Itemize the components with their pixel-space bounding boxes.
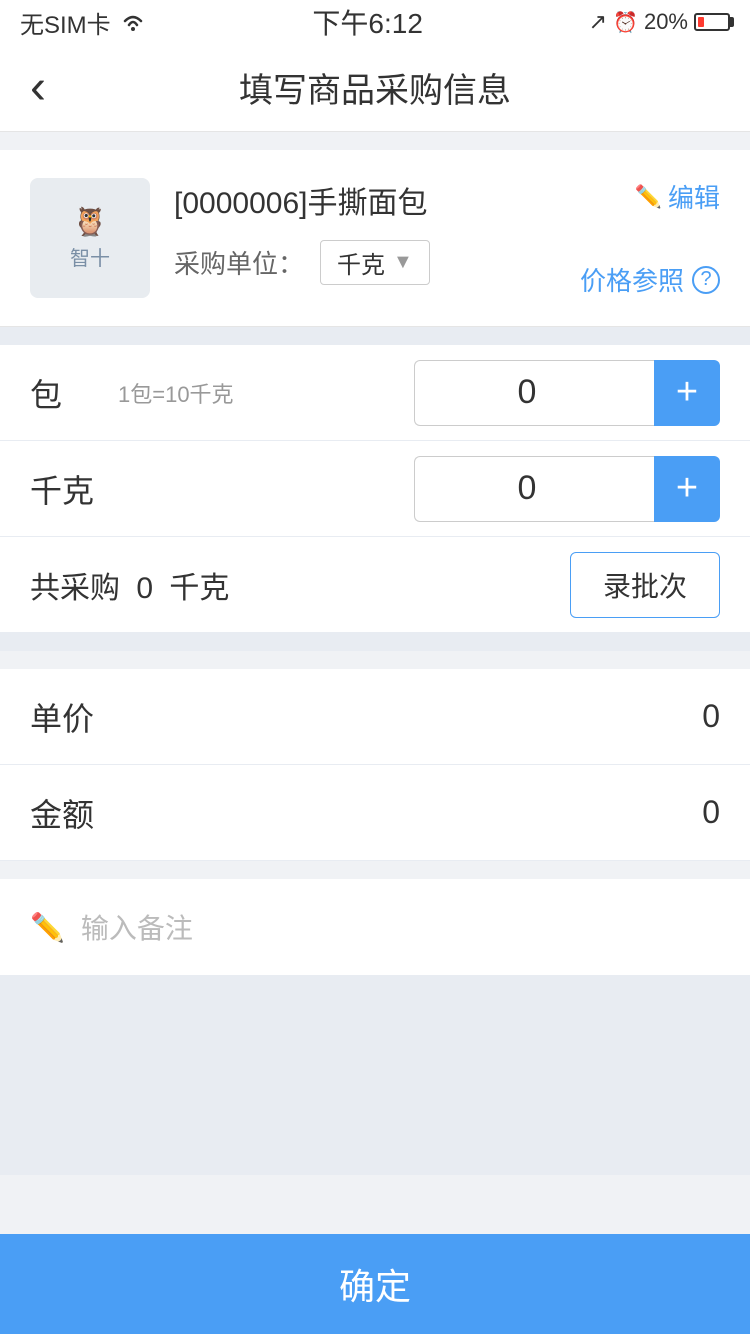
amount-value: 0 [702, 794, 720, 831]
alarm-icon: ⏰ [613, 10, 638, 35]
product-card: 🦉 智十 [0000006]手撕面包 采购单位： 千克 ▼ ✏️ 编辑 价格参照… [0, 150, 750, 327]
page-title: 填写商品采购信息 [239, 63, 511, 112]
battery-percent: 20% [644, 9, 688, 35]
confirm-button[interactable]: 确定 [0, 1234, 750, 1334]
batch-record-button[interactable]: 录批次 [570, 552, 720, 618]
unit-price-value: 0 [702, 698, 720, 735]
bottom-spacer [0, 975, 750, 1175]
unit-label: 采购单位： [174, 244, 304, 281]
kg-label: 千克 [30, 466, 110, 512]
edit-button[interactable]: ✏️ 编辑 [635, 178, 720, 215]
product-info: [0000006]手撕面包 采购单位： 千克 ▼ [174, 178, 556, 285]
notes-section[interactable]: ✏️ 输入备注 [0, 879, 750, 975]
product-right: ✏️ 编辑 价格参照 ? [580, 178, 720, 298]
unit-price-row: 单价 0 [0, 669, 750, 765]
price-section: 单价 0 金额 0 [0, 669, 750, 861]
bag-input-row: 包 1包=10千克 + [0, 345, 750, 441]
nav-bar: ‹ 填写商品采购信息 [0, 44, 750, 132]
amount-label: 金额 [30, 790, 94, 836]
bag-sublabel: 1包=10千克 [118, 377, 234, 409]
product-unit-row: 采购单位： 千克 ▼ [174, 240, 556, 285]
price-ref-help-icon: ? [692, 266, 720, 294]
kg-input-row: 千克 + [0, 441, 750, 537]
battery-icon [694, 13, 730, 31]
product-name: [0000006]手撕面包 [174, 178, 556, 222]
summary-row: 共采购 0 千克 录批次 [0, 537, 750, 633]
price-ref-button[interactable]: 价格参照 ? [580, 261, 720, 298]
status-time: 下午6:12 [312, 2, 423, 42]
kg-input-wrap: + [414, 456, 720, 522]
pencil-icon: ✏️ [30, 911, 65, 944]
unit-price-label: 单价 [30, 694, 94, 740]
location-icon: ↗ [589, 9, 607, 35]
amount-row: 金额 0 [0, 765, 750, 861]
section-divider-2 [0, 633, 750, 651]
section-divider-1 [0, 327, 750, 345]
bag-input-wrap: + [414, 360, 720, 426]
kg-plus-button[interactable]: + [654, 456, 720, 522]
dropdown-arrow-icon: ▼ [393, 251, 413, 274]
product-image: 🦉 智十 [30, 178, 150, 298]
summary-label: 共采购 0 千克 [30, 563, 229, 607]
notes-placeholder: 输入备注 [81, 907, 193, 947]
input-section: 包 1包=10千克 + 千克 + 共采购 0 千克 录批次 [0, 345, 750, 633]
kg-input[interactable] [414, 456, 654, 522]
back-button[interactable]: ‹ [30, 64, 46, 112]
status-carrier: 无SIM卡 [20, 5, 147, 40]
unit-select[interactable]: 千克 ▼ [320, 240, 430, 285]
status-bar: 无SIM卡 下午6:12 ↗ ⏰ 20% [0, 0, 750, 44]
wifi-icon [119, 11, 147, 33]
bag-label: 包 [30, 370, 110, 416]
bag-input[interactable] [414, 360, 654, 426]
bag-plus-button[interactable]: + [654, 360, 720, 426]
status-icons: ↗ ⏰ 20% [589, 9, 730, 35]
